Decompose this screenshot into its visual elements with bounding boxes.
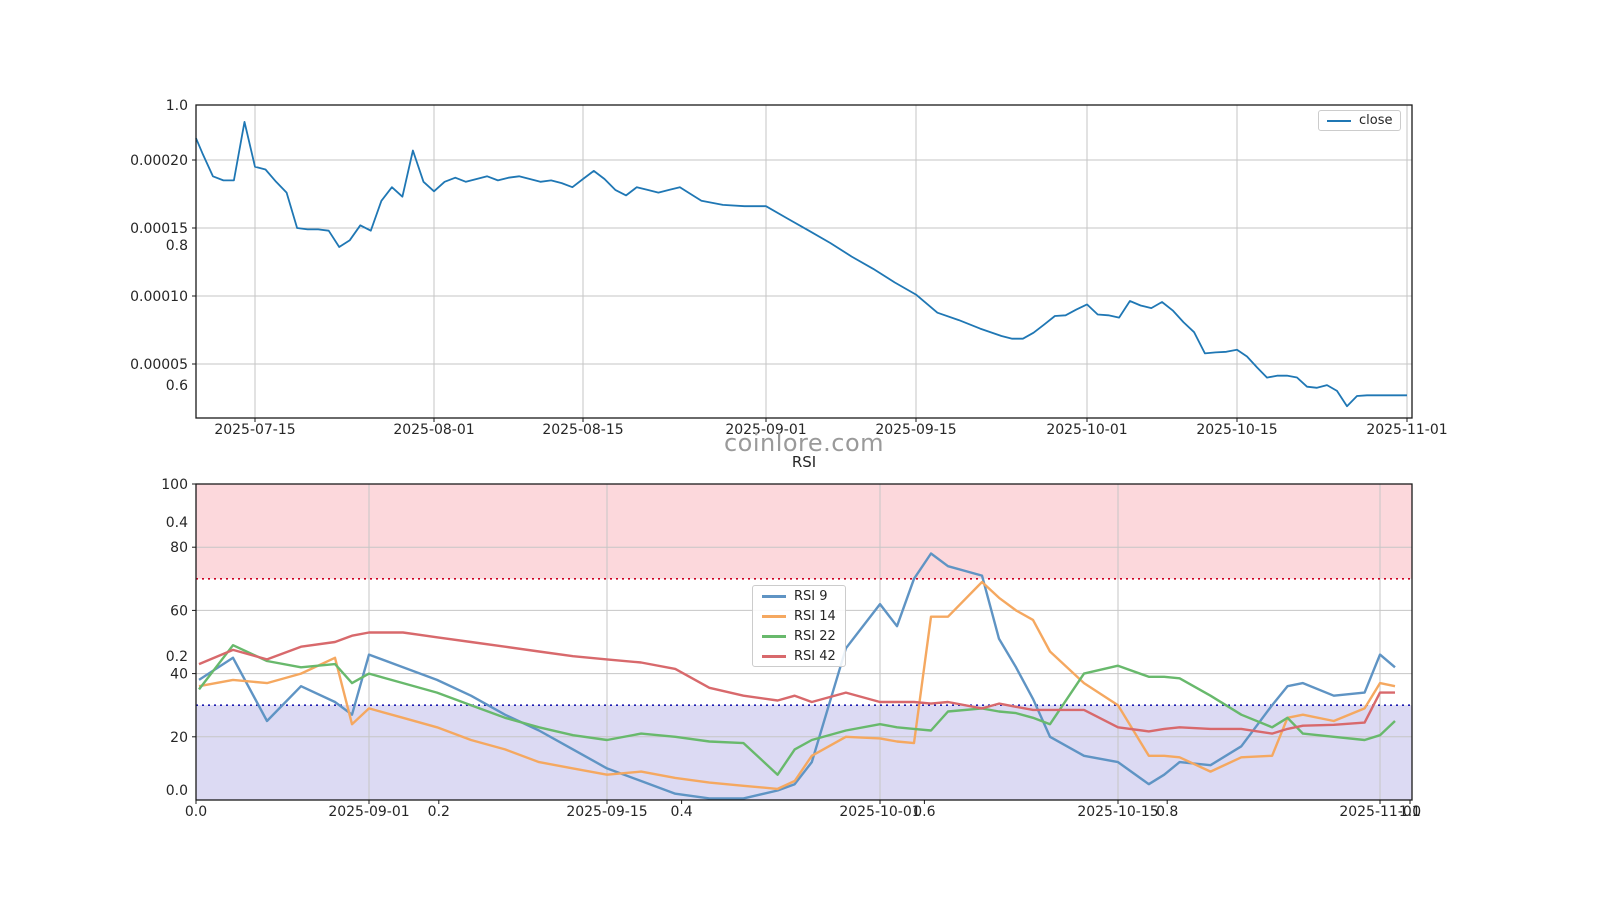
close-legend-label: close (1359, 113, 1393, 128)
price-x-tick-label: 2025-07-15 (214, 422, 295, 438)
price-y-tick-label: 0.00005 (130, 357, 188, 373)
rsi42-line-swatch (762, 654, 786, 658)
price-y-tick-label: 0.00020 (130, 153, 188, 169)
rsi-overlay-x-tick-label: 0.4 (670, 804, 692, 820)
chart-canvas: 2025-07-15 2025-08-01 2025-08-15 2025-09-01… (0, 0, 1600, 900)
legend-row-rsi22: RSI 22 (753, 626, 845, 646)
rsi-x-tick-label: 2025-09-01 (328, 804, 409, 820)
rsi-overlay-y-tick-label: 0.2 (166, 649, 188, 665)
overbought-band (196, 484, 1412, 579)
rsi-overlay-y-tick-label: 0.0 (166, 783, 188, 799)
price-x-tick-label: 2025-08-01 (393, 422, 474, 438)
rsi-overlay-x-tick-label: 0.6 (913, 804, 935, 820)
rsi9-legend-label: RSI 9 (794, 588, 828, 604)
rsi-legend: RSI 9 RSI 14 RSI 22 RSI 42 (752, 585, 846, 667)
rsi-chart-title: RSI (791, 453, 817, 471)
rsi-overlay-y-tick-label: 0.4 (166, 515, 188, 531)
legend-row-rsi14: RSI 14 (753, 606, 845, 626)
price-y-tick-label: 0.00010 (130, 289, 188, 305)
rsi-overlay-x-tick-label: 0.8 (1156, 804, 1178, 820)
price-overlay-y-tick-label: 0.8 (166, 238, 188, 254)
rsi9-line-swatch (762, 594, 786, 598)
price-overlay-y-tick-label: 1.0 (166, 98, 188, 114)
rsi-y-tick-label: 100 (161, 477, 188, 493)
price-x-tick-label: 2025-10-15 (1196, 422, 1277, 438)
rsi-overlay-x-tick-label: 0.2 (428, 804, 450, 820)
rsi-x-tick-label: 2025-10-01 (839, 804, 920, 820)
rsi14-legend-label: RSI 14 (794, 608, 836, 624)
rsi-y-tick-label: 60 (170, 603, 188, 619)
price-y-tick-label: 0.00015 (130, 221, 188, 237)
price-overlay-y-tick-label: 0.6 (166, 378, 188, 394)
rsi42-legend-label: RSI 42 (794, 648, 836, 664)
rsi-x-tick-label: 2025-10-15 (1077, 804, 1158, 820)
price-legend: close (1318, 110, 1402, 131)
rsi-overlay-x-tick-label: 0.0 (185, 804, 207, 820)
price-plot-frame (195, 104, 1413, 419)
rsi22-legend-label: RSI 22 (794, 628, 836, 644)
legend-row-close: close (1319, 111, 1400, 130)
rsi-overlay-x-tick-label: 1.0 (1399, 804, 1421, 820)
price-x-tick-label: 2025-11-01 (1366, 422, 1447, 438)
rsi-x-tick-label: 2025-09-15 (566, 804, 647, 820)
legend-row-rsi9: RSI 9 (753, 586, 845, 606)
rsi14-line-swatch (762, 614, 786, 618)
rsi-y-tick-label: 40 (170, 667, 188, 683)
legend-row-rsi42: RSI 42 (753, 646, 845, 666)
rsi-y-tick-label: 80 (170, 540, 188, 556)
price-x-tick-label: 2025-08-15 (542, 422, 623, 438)
rsi-y-tick-label: 20 (170, 730, 188, 746)
price-x-tick-label: 2025-10-01 (1046, 422, 1127, 438)
rsi22-line-swatch (762, 634, 786, 638)
price-x-tick-label: 2025-09-15 (875, 422, 956, 438)
close-line-swatch (1327, 119, 1351, 122)
